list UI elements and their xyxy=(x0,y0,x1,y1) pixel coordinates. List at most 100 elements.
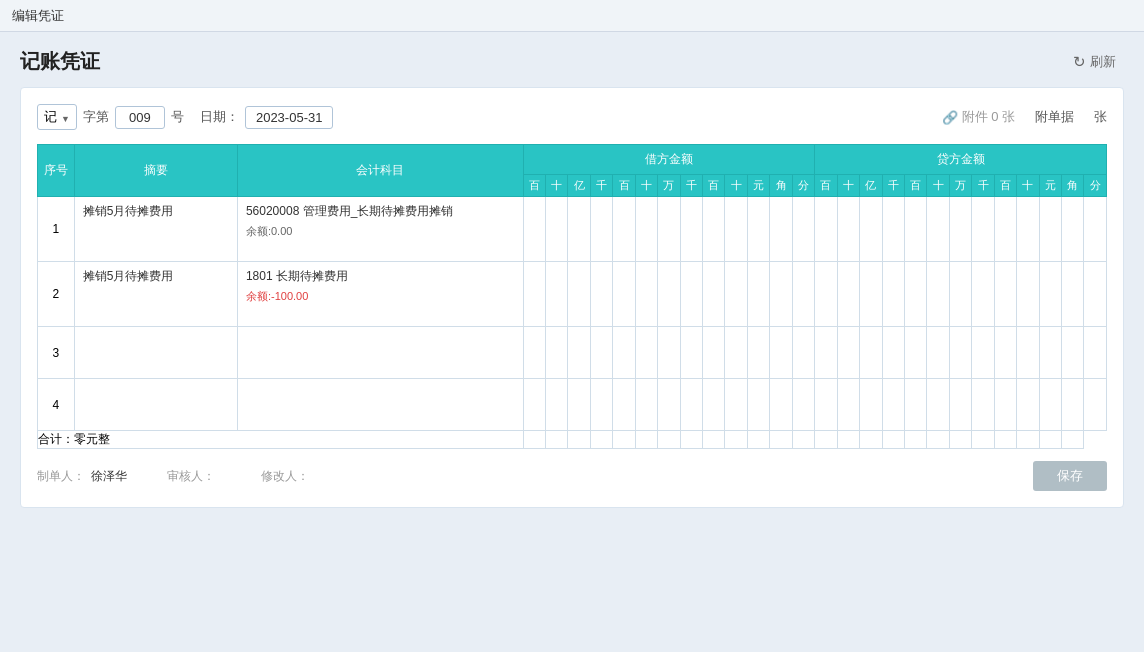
row-1-debit-9[interactable] xyxy=(725,197,747,262)
row-1-credit-3[interactable] xyxy=(882,197,904,262)
row-2-credit-3[interactable] xyxy=(882,262,904,327)
row-2-credit-11[interactable] xyxy=(1062,262,1084,327)
row-2-debit-8[interactable] xyxy=(703,262,725,327)
row-4-debit-1[interactable] xyxy=(545,379,567,431)
row-3-credit-7[interactable] xyxy=(972,327,994,379)
row-3-debit-5[interactable] xyxy=(635,327,657,379)
row-1-debit-4[interactable] xyxy=(613,197,635,262)
row-2-debit-6[interactable] xyxy=(658,262,680,327)
row-4-debit-5[interactable] xyxy=(635,379,657,431)
row-4-debit-10[interactable] xyxy=(747,379,769,431)
row-2-account[interactable]: 1801 长期待摊费用余额:-100.00 xyxy=(237,262,523,327)
refresh-button[interactable]: 刷新 xyxy=(1065,49,1124,75)
row-4-debit-9[interactable] xyxy=(725,379,747,431)
row-2-credit-0[interactable] xyxy=(815,262,837,327)
row-1-credit-4[interactable] xyxy=(904,197,926,262)
row-2-debit-5[interactable] xyxy=(635,262,657,327)
row-2-debit-10[interactable] xyxy=(747,262,769,327)
row-1-debit-2[interactable] xyxy=(568,197,590,262)
row-1-credit-5[interactable] xyxy=(927,197,949,262)
row-1-debit-8[interactable] xyxy=(703,197,725,262)
row-4-debit-8[interactable] xyxy=(703,379,725,431)
row-1-credit-1[interactable] xyxy=(837,197,859,262)
row-4-credit-10[interactable] xyxy=(1039,379,1061,431)
row-3-account[interactable] xyxy=(237,327,523,379)
voucher-number[interactable]: 009 xyxy=(115,106,165,129)
row-3-debit-9[interactable] xyxy=(725,327,747,379)
row-1-credit-7[interactable] xyxy=(972,197,994,262)
row-3-credit-5[interactable] xyxy=(927,327,949,379)
row-1-credit-0[interactable] xyxy=(815,197,837,262)
row-1-debit-12[interactable] xyxy=(792,197,814,262)
row-3-credit-12[interactable] xyxy=(1084,327,1107,379)
row-3-debit-10[interactable] xyxy=(747,327,769,379)
row-4-credit-11[interactable] xyxy=(1062,379,1084,431)
row-1-debit-10[interactable] xyxy=(747,197,769,262)
row-3-credit-2[interactable] xyxy=(860,327,882,379)
row-3-debit-7[interactable] xyxy=(680,327,702,379)
row-2-debit-12[interactable] xyxy=(792,262,814,327)
row-2-credit-10[interactable] xyxy=(1039,262,1061,327)
row-4-debit-4[interactable] xyxy=(613,379,635,431)
attach-single-btn[interactable]: 附单据 xyxy=(1035,108,1074,126)
row-2-debit-4[interactable] xyxy=(613,262,635,327)
row-3-credit-1[interactable] xyxy=(837,327,859,379)
row-1-credit-2[interactable] xyxy=(860,197,882,262)
row-3-credit-10[interactable] xyxy=(1039,327,1061,379)
row-3-debit-8[interactable] xyxy=(703,327,725,379)
row-4-debit-11[interactable] xyxy=(770,379,792,431)
row-4-credit-7[interactable] xyxy=(972,379,994,431)
row-3-debit-0[interactable] xyxy=(523,327,545,379)
row-4-credit-12[interactable] xyxy=(1084,379,1107,431)
row-3-credit-4[interactable] xyxy=(904,327,926,379)
row-2-debit-7[interactable] xyxy=(680,262,702,327)
row-4-debit-0[interactable] xyxy=(523,379,545,431)
row-1-credit-6[interactable] xyxy=(949,197,971,262)
row-3-credit-3[interactable] xyxy=(882,327,904,379)
row-1-credit-10[interactable] xyxy=(1039,197,1061,262)
row-2-summary[interactable]: 摊销5月待摊费用 xyxy=(74,262,237,327)
row-2-credit-12[interactable] xyxy=(1084,262,1107,327)
row-2-credit-7[interactable] xyxy=(972,262,994,327)
row-2-credit-8[interactable] xyxy=(994,262,1016,327)
row-3-credit-6[interactable] xyxy=(949,327,971,379)
row-2-debit-3[interactable] xyxy=(590,262,612,327)
type-dropdown[interactable]: 记 xyxy=(37,104,77,130)
row-1-debit-5[interactable] xyxy=(635,197,657,262)
row-2-credit-4[interactable] xyxy=(904,262,926,327)
row-2-credit-9[interactable] xyxy=(1017,262,1039,327)
row-4-credit-2[interactable] xyxy=(860,379,882,431)
row-2-debit-9[interactable] xyxy=(725,262,747,327)
row-1-debit-1[interactable] xyxy=(545,197,567,262)
row-2-debit-11[interactable] xyxy=(770,262,792,327)
row-3-debit-3[interactable] xyxy=(590,327,612,379)
row-4-account[interactable] xyxy=(237,379,523,431)
row-2-credit-2[interactable] xyxy=(860,262,882,327)
date-value[interactable]: 2023-05-31 xyxy=(245,106,334,129)
row-1-debit-6[interactable] xyxy=(658,197,680,262)
row-4-credit-5[interactable] xyxy=(927,379,949,431)
row-1-credit-12[interactable] xyxy=(1084,197,1107,262)
row-1-credit-11[interactable] xyxy=(1062,197,1084,262)
row-2-credit-1[interactable] xyxy=(837,262,859,327)
row-1-summary[interactable]: 摊销5月待摊费用 xyxy=(74,197,237,262)
row-4-credit-0[interactable] xyxy=(815,379,837,431)
row-2-debit-2[interactable] xyxy=(568,262,590,327)
row-4-credit-6[interactable] xyxy=(949,379,971,431)
row-3-credit-11[interactable] xyxy=(1062,327,1084,379)
row-4-credit-3[interactable] xyxy=(882,379,904,431)
row-1-credit-8[interactable] xyxy=(994,197,1016,262)
row-4-debit-2[interactable] xyxy=(568,379,590,431)
row-4-summary[interactable] xyxy=(74,379,237,431)
row-4-credit-9[interactable] xyxy=(1017,379,1039,431)
row-1-credit-9[interactable] xyxy=(1017,197,1039,262)
row-3-credit-8[interactable] xyxy=(994,327,1016,379)
row-3-credit-9[interactable] xyxy=(1017,327,1039,379)
row-3-debit-6[interactable] xyxy=(658,327,680,379)
row-3-summary[interactable] xyxy=(74,327,237,379)
row-3-debit-4[interactable] xyxy=(613,327,635,379)
row-4-debit-7[interactable] xyxy=(680,379,702,431)
row-2-credit-6[interactable] xyxy=(949,262,971,327)
row-3-debit-11[interactable] xyxy=(770,327,792,379)
row-1-debit-3[interactable] xyxy=(590,197,612,262)
